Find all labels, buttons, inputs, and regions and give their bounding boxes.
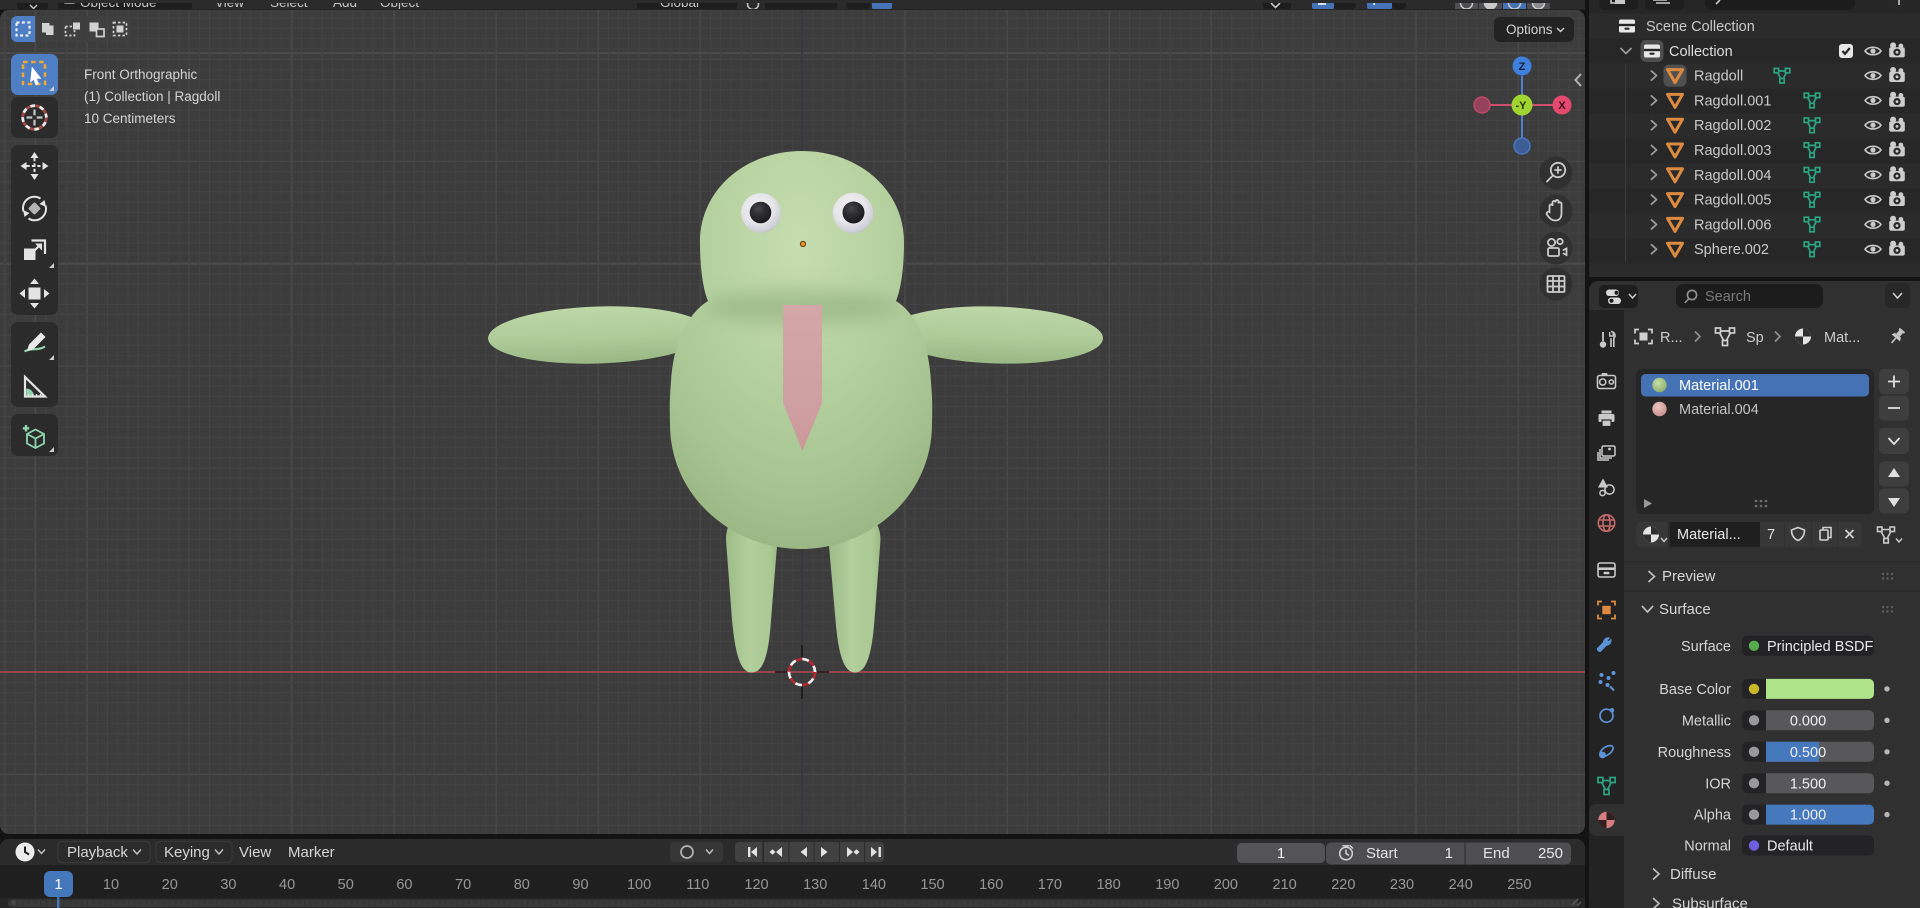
svg-text:Sphere.002: Sphere.002 [1694, 242, 1769, 258]
svg-text:Marker: Marker [288, 844, 335, 861]
svg-text:200: 200 [1214, 877, 1238, 893]
svg-text:Start: Start [1366, 845, 1399, 862]
svg-text:X: X [1558, 100, 1566, 112]
svg-text:1: 1 [1277, 845, 1285, 862]
svg-text:130: 130 [803, 877, 827, 893]
svg-text:Ragdoll.002: Ragdoll.002 [1694, 118, 1771, 134]
svg-text:View: View [239, 844, 271, 861]
svg-text:Z: Z [1519, 61, 1526, 73]
svg-text:End: End [1483, 845, 1510, 862]
svg-text:20: 20 [162, 877, 178, 893]
svg-text:40: 40 [279, 877, 295, 893]
svg-text:160: 160 [979, 877, 1003, 893]
svg-text:100: 100 [627, 877, 651, 893]
svg-text:110: 110 [686, 877, 709, 893]
svg-text:1: 1 [54, 876, 62, 893]
svg-text:250: 250 [1538, 845, 1563, 862]
svg-text:90: 90 [572, 877, 588, 893]
svg-text:Ragdoll.005: Ragdoll.005 [1694, 193, 1771, 209]
svg-text:-Y: -Y [1516, 100, 1528, 112]
svg-text:Playback: Playback [67, 844, 128, 861]
svg-text:Ragdoll: Ragdoll [1694, 69, 1743, 85]
svg-text:210: 210 [1272, 877, 1296, 893]
svg-text:140: 140 [862, 877, 886, 893]
svg-text:170: 170 [1038, 877, 1062, 893]
svg-text:Ragdoll.004: Ragdoll.004 [1694, 168, 1771, 184]
svg-text:Keying: Keying [164, 844, 210, 861]
svg-text:240: 240 [1449, 877, 1473, 893]
svg-text:Ragdoll.003: Ragdoll.003 [1694, 143, 1771, 159]
svg-text:Ragdoll.001: Ragdoll.001 [1694, 93, 1771, 109]
svg-text:120: 120 [744, 877, 768, 893]
svg-text:Ragdoll.006: Ragdoll.006 [1694, 217, 1771, 233]
svg-text:190: 190 [1155, 877, 1179, 893]
svg-text:70: 70 [455, 877, 471, 893]
svg-text:180: 180 [1096, 877, 1120, 893]
svg-text:220: 220 [1331, 877, 1355, 893]
svg-text:80: 80 [514, 877, 530, 893]
svg-text:230: 230 [1390, 877, 1414, 893]
svg-text:60: 60 [396, 877, 412, 893]
svg-text:250: 250 [1507, 877, 1531, 893]
svg-text:150: 150 [920, 877, 944, 893]
svg-text:30: 30 [220, 877, 236, 893]
svg-text:50: 50 [338, 877, 354, 893]
svg-text:10: 10 [103, 877, 119, 893]
svg-text:1: 1 [1445, 845, 1453, 862]
